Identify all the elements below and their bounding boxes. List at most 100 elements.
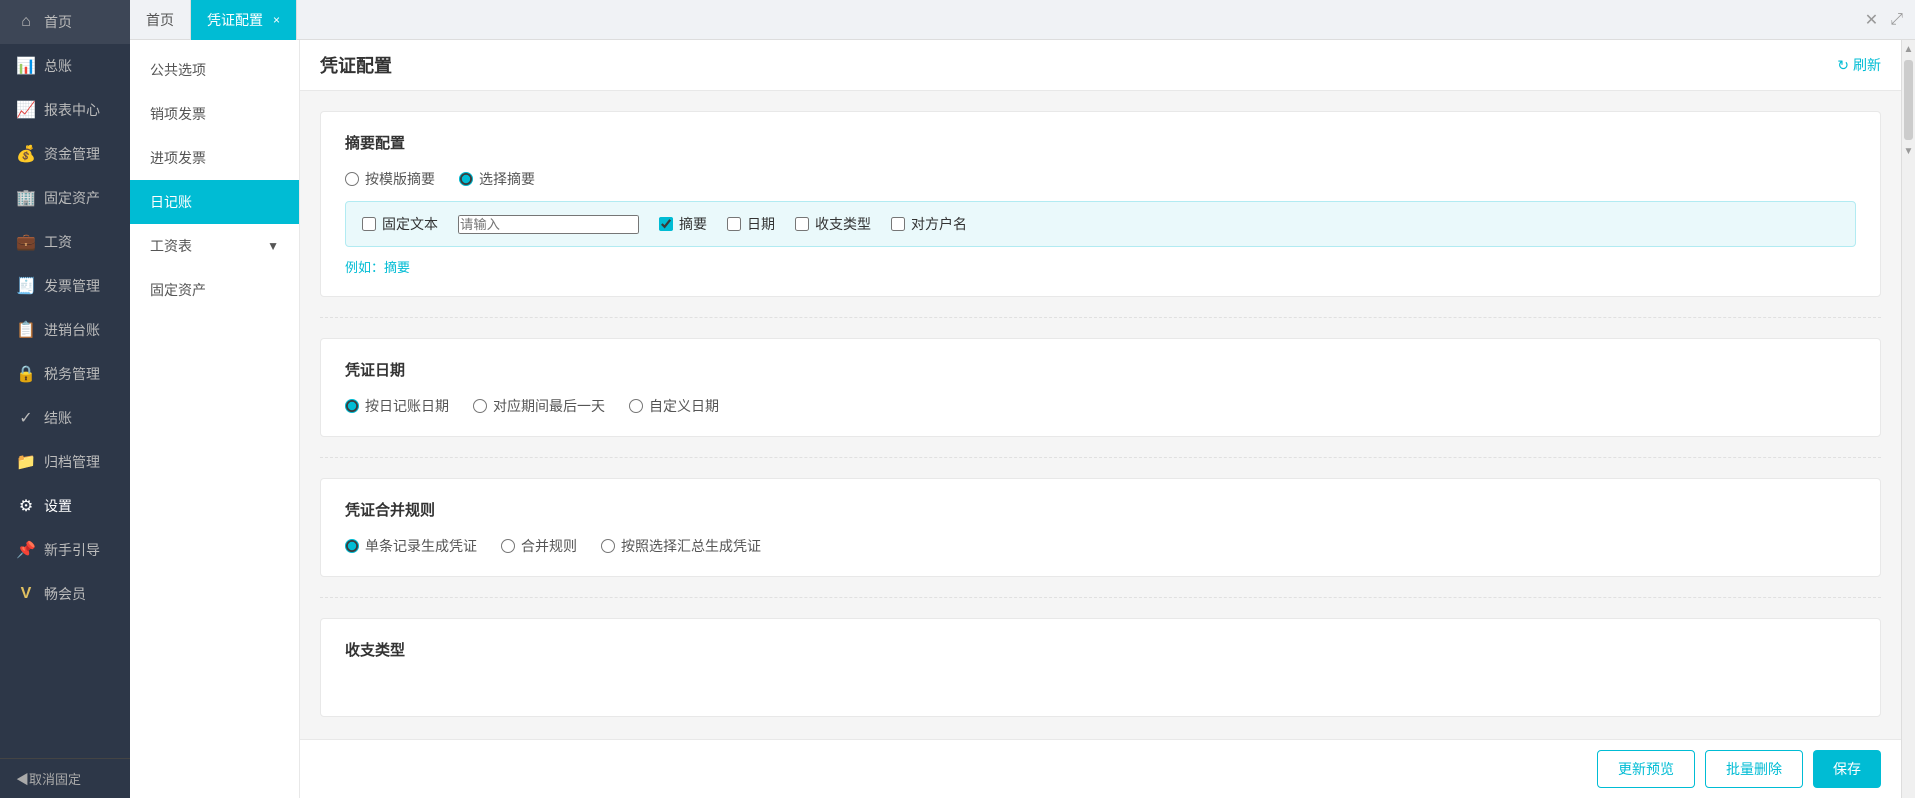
last-day-option[interactable]: 对应期间最后一天 [473, 396, 605, 416]
divider-3 [320, 597, 1881, 598]
left-nav-purchase-invoice[interactable]: 进项发票 [130, 136, 299, 180]
left-nav-public-label: 公共选项 [150, 60, 206, 80]
sidebar-item-label: 税务管理 [44, 364, 100, 384]
scroll-up-arrow[interactable]: ▲ [1902, 40, 1915, 58]
select-merge-option[interactable]: 按照选择汇总生成凭证 [601, 536, 761, 556]
tab-home[interactable]: 首页 [130, 0, 191, 40]
tax-icon: 🔒 [16, 364, 36, 384]
left-nav-sales-invoice[interactable]: 销项发票 [130, 92, 299, 136]
by-journal-date-radio[interactable] [345, 399, 359, 413]
tab-close-icon[interactable]: × [273, 13, 280, 27]
page-title: 凭证配置 [320, 52, 392, 78]
select-summary-option[interactable]: 选择摘要 [459, 169, 535, 189]
close-window-icon[interactable]: ✕ [1865, 10, 1878, 30]
summary-checkbox-label[interactable]: 摘要 [659, 214, 707, 234]
fixed-text-label: 固定文本 [382, 214, 438, 234]
refresh-icon: ↻ [1837, 57, 1849, 74]
template-summary-option[interactable]: 按模版摘要 [345, 169, 435, 189]
merge-rule-option[interactable]: 合并规则 [501, 536, 577, 556]
update-preview-button[interactable]: 更新预览 [1597, 750, 1695, 788]
maximize-window-icon[interactable]: ⤢ [1890, 11, 1903, 29]
sidebar-item-general-ledger[interactable]: 📊 总账 [0, 44, 130, 88]
sidebar-item-label: 发票管理 [44, 276, 100, 296]
sidebar-item-archive[interactable]: 📁 归档管理 [0, 440, 130, 484]
gear-icon: ⚙ [16, 496, 36, 516]
sidebar-item-label: 进销台账 [44, 320, 100, 340]
counterpart-checkbox[interactable] [891, 217, 905, 231]
tab-voucher-config[interactable]: 凭证配置 × [191, 0, 297, 40]
merge-rule-label: 合并规则 [521, 536, 577, 556]
sidebar-item-invoice-mgmt[interactable]: 🧾 发票管理 [0, 264, 130, 308]
left-nav-purchase-invoice-label: 进项发票 [150, 148, 206, 168]
summary-example: 例如：摘要 [345, 257, 1856, 276]
batch-delete-button[interactable]: 批量删除 [1705, 750, 1803, 788]
single-record-option[interactable]: 单条记录生成凭证 [345, 536, 477, 556]
sidebar-pin-toggle[interactable]: ◀取消固定 [0, 758, 130, 798]
sidebar-item-guide[interactable]: 📌 新手引导 [0, 528, 130, 572]
sidebar-item-fixed-assets[interactable]: 🏢 固定资产 [0, 176, 130, 220]
main-area: 首页 凭证配置 × ✕ ⤢ 公共选项 销项发票 进项发票 日记账 [130, 0, 1915, 798]
fixed-text-checkbox-label[interactable]: 固定文本 [362, 214, 438, 234]
fixed-text-checkbox[interactable] [362, 217, 376, 231]
merge-rule-radio-group: 单条记录生成凭证 合并规则 按照选择汇总生成凭证 [345, 536, 1856, 556]
merge-rule-section: 凭证合并规则 单条记录生成凭证 合并规则 按照选择汇总生成凭证 [320, 478, 1881, 577]
sidebar-item-label: 报表中心 [44, 100, 100, 120]
scroll-down-arrow[interactable]: ▼ [1902, 142, 1915, 160]
sidebar-item-member[interactable]: V 畅会员 [0, 572, 130, 616]
select-summary-radio[interactable] [459, 172, 473, 186]
custom-date-option[interactable]: 自定义日期 [629, 396, 719, 416]
merge-rule-radio[interactable] [501, 539, 515, 553]
sidebar-item-label: 归档管理 [44, 452, 100, 472]
sidebar-item-tax[interactable]: 🔒 税务管理 [0, 352, 130, 396]
content-scroll[interactable]: 摘要配置 按模版摘要 选择摘要 [300, 91, 1901, 739]
page-area: 公共选项 销项发票 进项发票 日记账 工资表 ▼ 固定资产 凭证配置 [130, 40, 1915, 798]
chart-icon: 📊 [16, 56, 36, 76]
sidebar: ⌂ 首页 📊 总账 📈 报表中心 💰 资金管理 🏢 固定资产 💼 工资 🧾 发票… [0, 0, 130, 798]
sidebar-item-label: 总账 [44, 56, 72, 76]
sidebar-item-label: 畅会员 [44, 584, 86, 604]
left-nav-payroll[interactable]: 工资表 ▼ [130, 224, 299, 268]
sidebar-item-capital[interactable]: 💰 资金管理 [0, 132, 130, 176]
select-merge-radio[interactable] [601, 539, 615, 553]
left-nav-fixed-asset-label: 固定资产 [150, 280, 206, 300]
save-button[interactable]: 保存 [1813, 750, 1881, 788]
by-journal-date-option[interactable]: 按日记账日期 [345, 396, 449, 416]
check-icon: ✓ [16, 408, 36, 428]
by-journal-date-label: 按日记账日期 [365, 396, 449, 416]
voucher-date-radio-group: 按日记账日期 对应期间最后一天 自定义日期 [345, 396, 1856, 416]
summary-section: 摘要配置 按模版摘要 选择摘要 [320, 111, 1881, 297]
left-nav-fixed-asset[interactable]: 固定资产 [130, 268, 299, 312]
counterpart-label: 对方户名 [911, 214, 967, 234]
chevron-down-icon: ▼ [267, 239, 279, 253]
sidebar-item-salary[interactable]: 💼 工资 [0, 220, 130, 264]
fixed-text-input[interactable] [458, 215, 639, 234]
tab-bar: 首页 凭证配置 × ✕ ⤢ [130, 0, 1915, 40]
custom-date-radio[interactable] [629, 399, 643, 413]
date-checkbox[interactable] [727, 217, 741, 231]
sidebar-item-home[interactable]: ⌂ 首页 [0, 0, 130, 44]
scrollbar-thumb[interactable] [1904, 60, 1913, 140]
sidebar-item-settings[interactable]: ⚙ 设置 [0, 484, 130, 528]
left-nav-payroll-label: 工资表 [150, 236, 192, 256]
left-nav-journal[interactable]: 日记账 [130, 180, 299, 224]
sidebar-item-purchase-sales[interactable]: 📋 进销台账 [0, 308, 130, 352]
income-type-checkbox[interactable] [795, 217, 809, 231]
single-record-radio[interactable] [345, 539, 359, 553]
sidebar-item-reports[interactable]: 📈 报表中心 [0, 88, 130, 132]
income-type-checkbox-label[interactable]: 收支类型 [795, 214, 871, 234]
guide-icon: 📌 [16, 540, 36, 560]
refresh-button[interactable]: ↻ 刷新 [1837, 55, 1881, 75]
counterpart-checkbox-label[interactable]: 对方户名 [891, 214, 967, 234]
sidebar-item-settlement[interactable]: ✓ 结账 [0, 396, 130, 440]
left-nav: 公共选项 销项发票 进项发票 日记账 工资表 ▼ 固定资产 [130, 40, 300, 798]
sidebar-item-label: 资金管理 [44, 144, 100, 164]
template-summary-label: 按模版摘要 [365, 169, 435, 189]
invoice-icon: 🧾 [16, 276, 36, 296]
summary-checkbox[interactable] [659, 217, 673, 231]
last-day-radio[interactable] [473, 399, 487, 413]
left-nav-public[interactable]: 公共选项 [130, 48, 299, 92]
template-summary-radio[interactable] [345, 172, 359, 186]
date-checkbox-label[interactable]: 日期 [727, 214, 775, 234]
summary-radio-group: 按模版摘要 选择摘要 [345, 169, 1856, 189]
right-scrollbar[interactable]: ▲ ▼ [1901, 40, 1915, 798]
